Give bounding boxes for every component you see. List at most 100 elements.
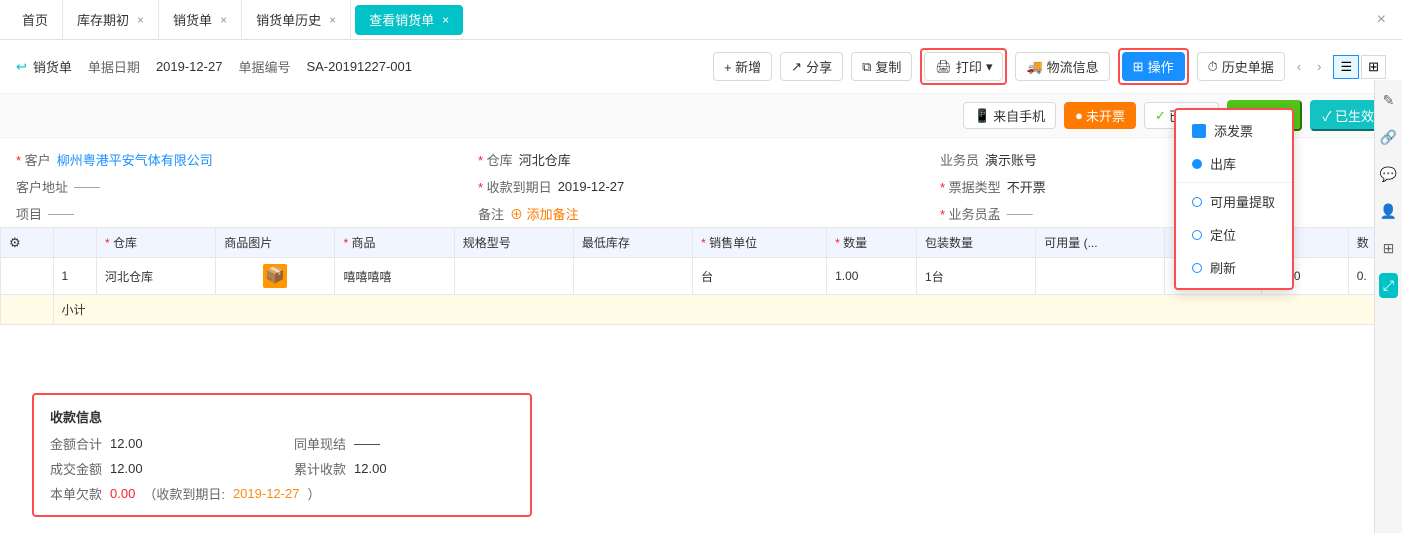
- project-value: ——: [48, 206, 74, 221]
- date-value: 2019-12-27: [156, 59, 223, 74]
- operate-highlight-box: ⊞ 操作: [1118, 48, 1189, 85]
- accumulated-value: 12.00: [354, 461, 387, 476]
- cell-pkg-qty: 1台: [917, 258, 1036, 295]
- dropdown-refresh[interactable]: 刷新: [1176, 251, 1292, 284]
- doc-actions: + 新增 ↗ 分享 ⧉ 复制 🖨 打印 ▾ 🚚: [713, 48, 1386, 85]
- owe-suffix: （收款到期日:: [143, 484, 225, 503]
- operate-button[interactable]: ⊞ 操作: [1122, 52, 1185, 81]
- col-warehouse: 仓库: [96, 228, 215, 258]
- transaction-label: 成交金额: [50, 459, 102, 478]
- summary-section: 收款信息 金额合计 12.00 同单现结 —— 成交金额 12.00: [32, 393, 532, 517]
- subtotal-label: 小计: [53, 295, 1401, 325]
- dropdown-outbound[interactable]: 出库: [1176, 147, 1292, 180]
- customer-row: 客户 柳州粤港平安气体有限公司: [16, 150, 462, 169]
- tab-inventory[interactable]: 库存期初 ×: [63, 0, 159, 40]
- copy-icon: ⧉: [862, 59, 871, 75]
- col-pkg-qty: 包装数量: [917, 228, 1036, 258]
- next-button[interactable]: ›: [1313, 55, 1325, 78]
- tab-sales-history-close[interactable]: ×: [329, 13, 336, 27]
- address-row: 客户地址 ——: [16, 177, 462, 196]
- share-button[interactable]: ↗ 分享: [780, 52, 843, 81]
- phone-button[interactable]: 📱 来自手机: [963, 102, 1056, 129]
- col-product-img: 商品图片: [216, 228, 335, 258]
- print-dropdown-arrow[interactable]: ▾: [986, 59, 993, 75]
- doc-title: ↩ 销货单: [16, 57, 72, 76]
- history-button[interactable]: ⏱ 历史单据: [1197, 52, 1285, 81]
- tab-bar: 首页 库存期初 × 销货单 × 销货单历史 × 查看销货单 × ×: [0, 0, 1402, 40]
- cell-product: 嘻嘻嘻嘻: [335, 258, 454, 295]
- right-sidebar: ✎ 🔗 💬 👤 ⊞ ⤢: [1374, 80, 1402, 533]
- table-sidebar-icon[interactable]: ⊞: [1379, 236, 1399, 261]
- note-add[interactable]: ⊕ 添加备注: [510, 204, 579, 223]
- link-sidebar-icon[interactable]: 🔗: [1376, 125, 1401, 150]
- project-label: 项目: [16, 204, 42, 223]
- print-icon: 🖨: [935, 59, 952, 75]
- tab-sales[interactable]: 销货单 ×: [159, 0, 242, 40]
- same-order-label: 同单现结: [294, 434, 346, 453]
- share-icon: ↗: [791, 59, 802, 75]
- operate-dropdown: 添发票 出库 可用量提取 定位 刷新: [1174, 108, 1294, 290]
- expand-sidebar-icon[interactable]: ⤢: [1379, 273, 1398, 298]
- customer-label: 客户: [16, 150, 51, 169]
- project-row: 项目 ——: [16, 204, 462, 223]
- print-button[interactable]: 🖨 打印 ▾: [924, 52, 1003, 81]
- col-unit: 销售单位: [693, 228, 827, 258]
- quantity-icon: [1192, 197, 1202, 207]
- list-view-icon[interactable]: ☰: [1333, 55, 1359, 79]
- tab-sales-close[interactable]: ×: [220, 13, 227, 27]
- main-area: ↩ 销货单 单据日期 2019-12-27 单据编号 SA-20191227-0…: [0, 40, 1402, 533]
- owe-date: 2019-12-27: [233, 486, 300, 501]
- chat-sidebar-icon[interactable]: 💬: [1376, 162, 1401, 187]
- doc-header: ↩ 销货单 单据日期 2019-12-27 单据编号 SA-20191227-0…: [0, 40, 1402, 94]
- person-sidebar-icon[interactable]: 👤: [1376, 199, 1401, 224]
- settings-icon[interactable]: ⚙: [9, 235, 21, 250]
- ticket-row: 票据类型 不开票: [940, 177, 1386, 196]
- tab-view-sales[interactable]: 查看销货单 ×: [355, 5, 463, 35]
- warehouse-label: 仓库: [478, 150, 513, 169]
- salesperson-label: 业务员孟: [940, 204, 1001, 223]
- logistics-button[interactable]: 🚚 物流信息: [1015, 52, 1109, 81]
- dropdown-quantity[interactable]: 可用量提取: [1176, 185, 1292, 218]
- tab-bar-close[interactable]: ×: [1369, 11, 1394, 29]
- plus-icon: ⊕: [510, 207, 523, 222]
- col-settings[interactable]: ⚙: [1, 228, 54, 258]
- col-product: 商品: [335, 228, 454, 258]
- copy-button[interactable]: ⧉ 复制: [851, 52, 912, 81]
- transaction-row: 成交金额 12.00: [50, 459, 270, 478]
- prev-button[interactable]: ‹: [1293, 55, 1305, 78]
- number-label: 单据编号: [238, 57, 290, 76]
- tab-inventory-close[interactable]: ×: [137, 13, 144, 27]
- tab-view-sales-close[interactable]: ×: [442, 13, 449, 27]
- grid-view-icon[interactable]: ⊞: [1361, 55, 1386, 79]
- note-row: 备注 ⊕ 添加备注: [478, 204, 924, 223]
- cell-qty: 1.00: [827, 258, 917, 295]
- total-amount-label: 金额合计: [50, 434, 102, 453]
- grid-icon: ⊞: [1133, 59, 1144, 75]
- doc-type-icon: ↩: [16, 59, 27, 75]
- doc-type-label: 销货单: [33, 57, 72, 76]
- new-button[interactable]: + 新增: [713, 52, 772, 81]
- col-min-stock: 最低库存: [573, 228, 692, 258]
- col-rownum: [53, 228, 96, 258]
- total-amount-row: 金额合计 12.00: [50, 434, 270, 453]
- dropdown-locate[interactable]: 定位: [1176, 218, 1292, 251]
- tab-sales-history[interactable]: 销货单历史 ×: [242, 0, 351, 40]
- customer-value[interactable]: 柳州粤港平安气体有限公司: [57, 150, 213, 169]
- edit-sidebar-icon[interactable]: ✎: [1379, 88, 1399, 113]
- salesperson-value: ——: [1007, 206, 1033, 221]
- add-invoice-icon: [1192, 124, 1206, 138]
- same-order-row: 同单现结 ——: [294, 434, 514, 453]
- transaction-value: 12.00: [110, 461, 143, 476]
- staff-label: 业务员: [940, 150, 979, 169]
- view-icons: ☰ ⊞: [1333, 55, 1386, 79]
- summary-title: 收款信息: [50, 407, 514, 426]
- open-ticket-button[interactable]: ● 未开票: [1064, 102, 1136, 129]
- history-icon: ⏱: [1208, 59, 1218, 75]
- date-label: 单据日期: [88, 57, 140, 76]
- logistics-icon: 🚚: [1026, 59, 1042, 75]
- cell-min-stock: [573, 258, 692, 295]
- dropdown-add-invoice[interactable]: 添发票: [1176, 114, 1292, 147]
- owe-value: 0.00: [110, 486, 135, 501]
- refresh-icon: [1192, 263, 1202, 273]
- tab-home[interactable]: 首页: [8, 0, 63, 40]
